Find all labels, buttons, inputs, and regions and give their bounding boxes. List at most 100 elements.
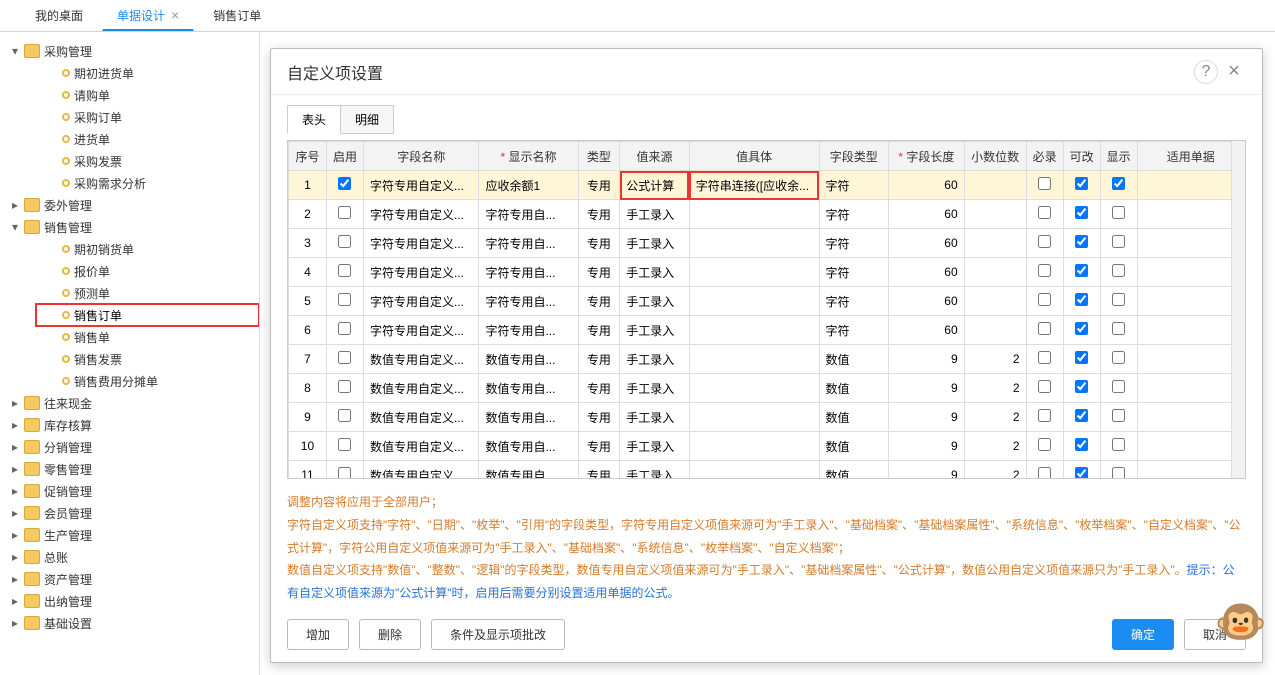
cell-fieldtype[interactable]: 数值 [819,374,889,403]
cell-required[interactable] [1026,229,1063,258]
cell-body[interactable] [689,432,819,461]
cell-length[interactable]: 60 [889,316,965,345]
cell-length[interactable]: 60 [889,200,965,229]
tree-node[interactable]: ▸总账 [8,546,259,568]
table-row[interactable]: 1字符专用自定义...应收余额1专用公式计算字符串连接([应收余...字符60 [289,171,1245,200]
cell-fieldname[interactable]: 字符专用自定义... [363,287,479,316]
cell-fieldname[interactable]: 字符专用自定义... [363,229,479,258]
tree-item[interactable]: 销售单 [36,326,259,348]
cell-editable[interactable] [1063,403,1100,432]
cell-fieldtype[interactable]: 数值 [819,403,889,432]
cell-required[interactable] [1026,316,1063,345]
cell-required[interactable] [1026,345,1063,374]
cell-source[interactable]: 公式计算 [620,171,690,200]
ok-button[interactable]: 确定 [1112,619,1174,650]
cell-enable[interactable] [326,229,363,258]
cell-fieldname[interactable]: 字符专用自定义... [363,316,479,345]
cell-fieldname[interactable]: 数值专用自定义... [363,345,479,374]
cell-show[interactable] [1100,316,1137,345]
table-row[interactable]: 2字符专用自定义...字符专用自...专用手工录入字符60 [289,200,1245,229]
cell-displayname[interactable]: 数值专用自... [479,461,578,480]
tree-item[interactable]: 销售发票 [36,348,259,370]
delete-button[interactable]: 删除 [359,619,421,650]
cell-body[interactable] [689,287,819,316]
cell-fieldtype[interactable]: 字符 [819,287,889,316]
cell-enable[interactable] [326,461,363,480]
cell-body[interactable] [689,403,819,432]
cell-enable[interactable] [326,345,363,374]
cell-source[interactable]: 手工录入 [620,374,690,403]
cell-length[interactable]: 9 [889,432,965,461]
cell-source[interactable]: 手工录入 [620,345,690,374]
table-row[interactable]: 4字符专用自定义...字符专用自...专用手工录入字符60 [289,258,1245,287]
tree-item[interactable]: 请购单 [36,84,259,106]
cell-length[interactable]: 60 [889,171,965,200]
cell-length[interactable]: 60 [889,229,965,258]
cell-apply[interactable] [1137,258,1244,287]
cell-body[interactable] [689,461,819,480]
cell-decimals[interactable]: 2 [964,432,1026,461]
cell-editable[interactable] [1063,461,1100,480]
cell-required[interactable] [1026,403,1063,432]
tree-node[interactable]: ▸往来现金 [8,392,259,414]
cell-required[interactable] [1026,258,1063,287]
cell-source[interactable]: 手工录入 [620,461,690,480]
cell-decimals[interactable] [964,258,1026,287]
cell-editable[interactable] [1063,200,1100,229]
help-icon[interactable]: ? [1194,60,1218,84]
cell-displayname[interactable]: 字符专用自... [479,229,578,258]
table-row[interactable]: 8数值专用自定义...数值专用自...专用手工录入数值92 [289,374,1245,403]
tree-item[interactable]: 期初销货单 [36,238,259,260]
cell-fieldtype[interactable]: 字符 [819,171,889,200]
cell-fieldname[interactable]: 字符专用自定义... [363,200,479,229]
cell-source[interactable]: 手工录入 [620,229,690,258]
cell-displayname[interactable]: 应收余额1 [479,171,578,200]
cell-apply[interactable] [1137,200,1244,229]
cell-decimals[interactable] [964,287,1026,316]
tab-desktop[interactable]: 我的桌面 [20,0,98,31]
cell-required[interactable] [1026,374,1063,403]
cell-fieldtype[interactable]: 字符 [819,229,889,258]
cell-enable[interactable] [326,287,363,316]
cell-source[interactable]: 手工录入 [620,432,690,461]
cell-fieldname[interactable]: 数值专用自定义... [363,374,479,403]
cell-displayname[interactable]: 数值专用自... [479,403,578,432]
cell-displayname[interactable]: 字符专用自... [479,287,578,316]
tab-form-design[interactable]: 单据设计× [102,0,194,31]
cell-editable[interactable] [1063,374,1100,403]
cell-editable[interactable] [1063,229,1100,258]
tree-item[interactable]: 期初进货单 [36,62,259,84]
fields-table[interactable]: 序号 启用 字段名称 显示名称 类型 值来源 值具体 字段类型 字段长度 小数位… [287,140,1246,479]
table-row[interactable]: 3字符专用自定义...字符专用自...专用手工录入字符60 [289,229,1245,258]
tree-item[interactable]: 预测单 [36,282,259,304]
cell-enable[interactable] [326,258,363,287]
cell-length[interactable]: 9 [889,461,965,480]
cell-enable[interactable] [326,200,363,229]
cell-length[interactable]: 60 [889,258,965,287]
batch-button[interactable]: 条件及显示项批改 [431,619,565,650]
cell-show[interactable] [1100,200,1137,229]
tree-item[interactable]: 报价单 [36,260,259,282]
cell-fieldtype[interactable]: 数值 [819,432,889,461]
cell-decimals[interactable] [964,200,1026,229]
tree-purchase[interactable]: ▾采购管理 [8,40,259,62]
cell-fieldname[interactable]: 数值专用自定义... [363,461,479,480]
cell-body[interactable] [689,200,819,229]
cell-fieldtype[interactable]: 数值 [819,461,889,480]
tree-node[interactable]: ▸零售管理 [8,458,259,480]
cell-apply[interactable] [1137,461,1244,480]
cell-required[interactable] [1026,287,1063,316]
cell-show[interactable] [1100,287,1137,316]
cell-source[interactable]: 手工录入 [620,316,690,345]
cell-required[interactable] [1026,200,1063,229]
cell-fieldname[interactable]: 字符专用自定义... [363,171,479,200]
cell-apply[interactable] [1137,432,1244,461]
cell-apply[interactable] [1137,403,1244,432]
cell-show[interactable] [1100,171,1137,200]
cell-length[interactable]: 9 [889,403,965,432]
table-row[interactable]: 11数值专用自定义...数值专用自...专用手工录入数值92 [289,461,1245,480]
cell-displayname[interactable]: 数值专用自... [479,432,578,461]
tree-node[interactable]: ▸分销管理 [8,436,259,458]
cell-decimals[interactable]: 2 [964,374,1026,403]
cell-length[interactable]: 60 [889,287,965,316]
